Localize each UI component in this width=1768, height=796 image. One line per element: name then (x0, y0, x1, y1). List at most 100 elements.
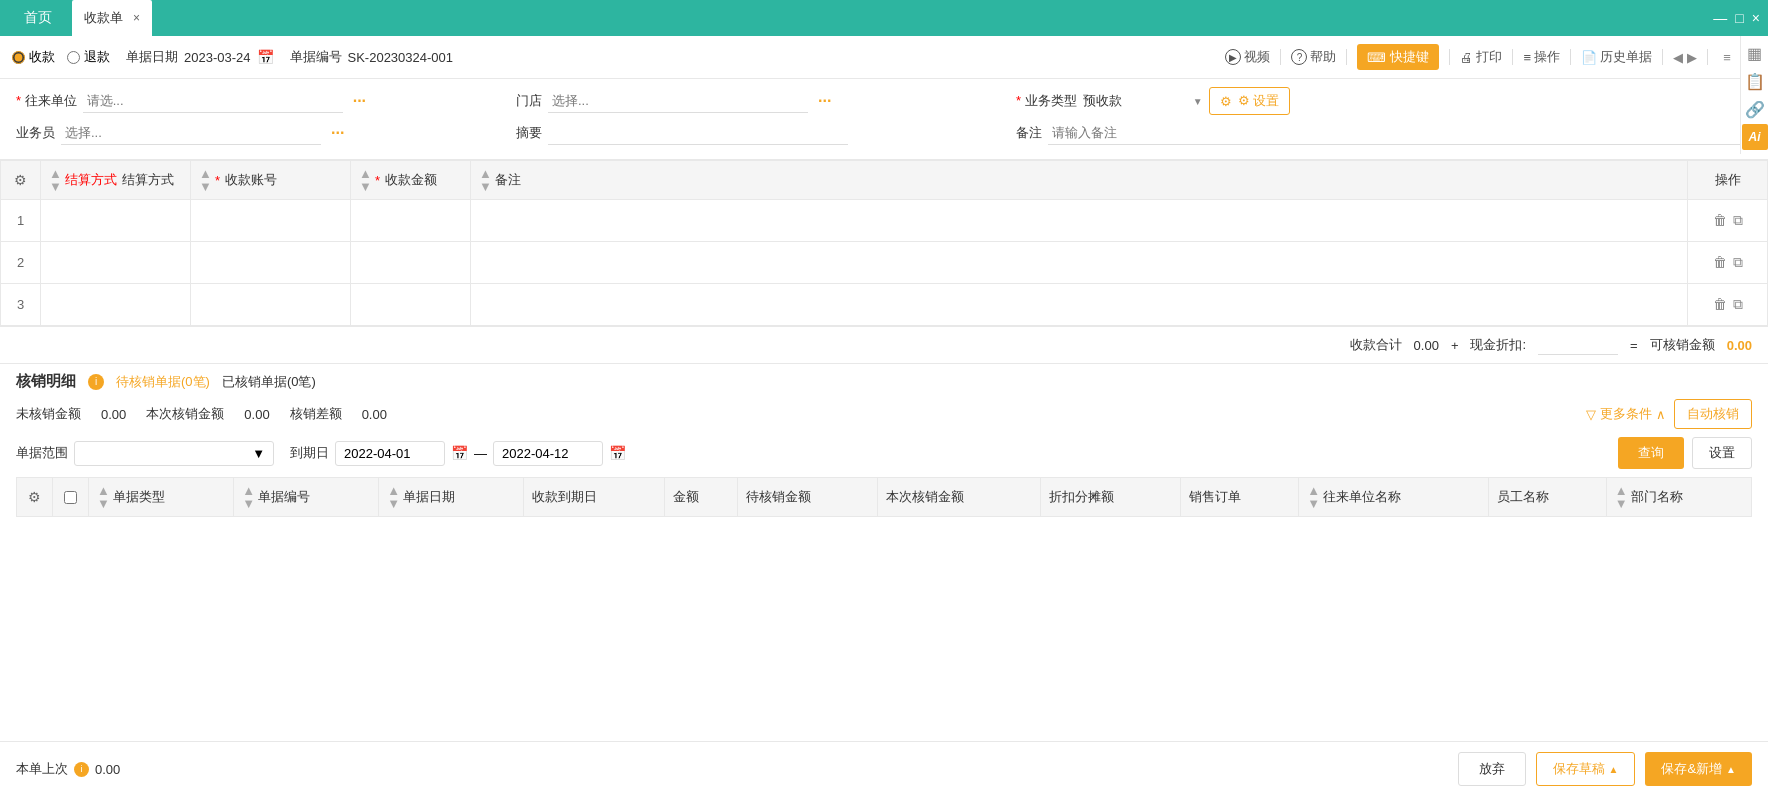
amount-cell-1[interactable] (351, 200, 471, 242)
pending-tab[interactable]: 待核销单据(0笔) (116, 373, 210, 391)
settle-cell-1[interactable] (41, 200, 191, 242)
shortcut-btn[interactable]: ⌨ 快捷键 (1357, 44, 1439, 70)
save-draft-chevron: ▲ (1609, 764, 1619, 775)
diff-value: 0.00 (362, 407, 387, 422)
table-gear-icon[interactable]: ⚙ (14, 172, 27, 188)
store-label: 门店 (516, 92, 542, 110)
tab-bar: 首页 收款单 × — □ × (0, 0, 1768, 36)
select-all-checkbox[interactable] (64, 491, 77, 504)
sidebar-icon-4[interactable]: Ai (1742, 124, 1768, 150)
due-date-field: 到期日 📅 — 📅 (290, 441, 626, 466)
copy-icon-3[interactable]: ⧉ (1733, 296, 1743, 313)
maximize-btn[interactable]: □ (1735, 10, 1743, 26)
hexiao-stats-right: ▽ 更多条件 ∧ 自动核销 (1586, 399, 1752, 429)
counterpart-more-icon[interactable]: ··· (353, 92, 366, 110)
save-draft-btn[interactable]: 保存草稿 ▲ (1536, 752, 1636, 786)
delete-icon-2[interactable]: 🗑 (1713, 254, 1727, 271)
net-value: 0.00 (1727, 338, 1752, 353)
tab-close-icon[interactable]: × (133, 11, 140, 25)
doc-range-chevron: ▼ (252, 446, 265, 461)
memo-input[interactable] (548, 121, 848, 145)
query-btn[interactable]: 查询 (1618, 437, 1684, 469)
filter-settings-btn[interactable]: 设置 (1692, 437, 1752, 469)
form-area: * 往来单位 ··· 门店 ··· * 业务类型 预收款 ▼ (0, 79, 1768, 160)
receipt-table: ⚙ ▲▼ 结算方式结算方式 ▲▼ *收款账号 (0, 160, 1768, 326)
hexiao-table: ⚙ ▲▼ 单据类型 (16, 477, 1752, 517)
arrow-left-btn[interactable]: ◀ (1673, 50, 1683, 65)
settings-button[interactable]: ⚙ ⚙ 设置 (1209, 87, 1291, 115)
footer-info-icon[interactable]: i (74, 762, 89, 777)
toolbar-right: ▶ 视频 ? 帮助 ⌨ 快捷键 🖨 打印 ≡ 操作 (1225, 44, 1756, 70)
tab-current[interactable]: 收款单 × (72, 0, 152, 36)
tab-home[interactable]: 首页 (8, 0, 68, 36)
data-table-area: ⚙ ▲▼ 结算方式结算方式 ▲▼ *收款账号 (0, 160, 1768, 326)
sidebar-icon-3[interactable]: 🔗 (1742, 96, 1768, 122)
business-type-select[interactable]: 预收款 ▼ (1083, 92, 1203, 110)
salesperson-input[interactable] (61, 121, 321, 145)
copy-icon-1[interactable]: ⧉ (1733, 212, 1743, 229)
remarks-input[interactable] (1048, 121, 1752, 145)
print-btn[interactable]: 🖨 打印 (1460, 48, 1502, 66)
date-from-calendar-icon[interactable]: 📅 (451, 445, 468, 461)
calendar-icon[interactable]: 📅 (257, 49, 274, 65)
store-more-icon[interactable]: ··· (818, 92, 831, 110)
right-sidebar: ▦ 📋 🔗 Ai (1740, 36, 1768, 154)
table-row: 3 🗑 ⧉ (1, 284, 1768, 326)
filter-buttons: 查询 设置 (1618, 437, 1752, 469)
save-new-chevron: ▲ (1726, 764, 1736, 775)
discount-input[interactable] (1538, 335, 1618, 355)
auto-hexiao-btn[interactable]: 自动核销 (1674, 399, 1752, 429)
footer-left: 本单上次 i 0.00 (16, 760, 120, 778)
list-view-icon[interactable]: ≡ (1718, 50, 1736, 64)
account-cell-1[interactable] (191, 200, 351, 242)
salesperson-more-icon[interactable]: ··· (331, 124, 344, 142)
bottom-table-gear[interactable]: ⚙ (28, 489, 41, 505)
arrow-right-btn[interactable]: ▶ (1687, 50, 1697, 65)
minimize-btn[interactable]: — (1713, 10, 1727, 26)
shortcut-icon: ⌨ (1367, 50, 1386, 65)
video-btn[interactable]: ▶ 视频 (1225, 48, 1270, 66)
operation-icon: ≡ (1523, 50, 1531, 65)
settle-cell-2[interactable] (41, 242, 191, 284)
footer-right: 放弃 保存草稿 ▲ 保存&新增 ▲ (1458, 752, 1752, 786)
remarks-cell-2[interactable] (471, 242, 1688, 284)
close-btn[interactable]: × (1752, 10, 1760, 26)
divider7 (1707, 49, 1708, 65)
counterpart-input[interactable] (83, 89, 343, 113)
copy-icon-2[interactable]: ⧉ (1733, 254, 1743, 271)
save-new-btn[interactable]: 保存&新增 ▲ (1645, 752, 1752, 786)
remarks-cell-1[interactable] (471, 200, 1688, 242)
current-label: 本次核销金额 (146, 405, 224, 423)
history-btn[interactable]: 📄 历史单据 (1581, 48, 1652, 66)
col-settle-header: ▲▼ 结算方式结算方式 (49, 167, 182, 193)
more-conditions-btn[interactable]: ▽ 更多条件 ∧ (1586, 405, 1666, 423)
done-tab[interactable]: 已核销单据(0笔) (222, 373, 316, 391)
help-btn[interactable]: ? 帮助 (1291, 48, 1336, 66)
equals-sign: = (1630, 338, 1638, 353)
col-remarks-header: ▲▼ 备注 (479, 167, 1679, 193)
account-cell-3[interactable] (191, 284, 351, 326)
hexiao-info-icon[interactable]: i (88, 374, 104, 390)
store-input[interactable] (548, 89, 808, 113)
date-to-calendar-icon[interactable]: 📅 (609, 445, 626, 461)
operation-btn[interactable]: ≡ 操作 (1523, 48, 1560, 66)
doc-range-select[interactable]: ▼ (74, 441, 274, 466)
sidebar-icon-1[interactable]: ▦ (1742, 40, 1768, 66)
delete-icon-1[interactable]: 🗑 (1713, 212, 1727, 229)
main-content: 收款 退款 单据日期 2023-03-24 📅 单据编号 SK-20230324… (0, 36, 1768, 796)
abandon-btn[interactable]: 放弃 (1458, 752, 1526, 786)
due-date-from-input[interactable] (335, 441, 445, 466)
amount-cell-2[interactable] (351, 242, 471, 284)
chevron-up-icon: ∧ (1656, 407, 1666, 422)
account-cell-2[interactable] (191, 242, 351, 284)
remarks-cell-3[interactable] (471, 284, 1688, 326)
delete-icon-3[interactable]: 🗑 (1713, 296, 1727, 313)
hexiao-stats: 未核销金额 0.00 本次核销金额 0.00 核销差额 0.00 ▽ 更多条件 … (16, 399, 1752, 429)
sidebar-icon-2[interactable]: 📋 (1742, 68, 1768, 94)
radio-refund[interactable]: 退款 (67, 48, 110, 66)
settle-cell-3[interactable] (41, 284, 191, 326)
amount-cell-3[interactable] (351, 284, 471, 326)
radio-receipt[interactable]: 收款 (12, 48, 55, 66)
total-label: 收款合计 (1350, 336, 1402, 354)
due-date-to-input[interactable] (493, 441, 603, 466)
